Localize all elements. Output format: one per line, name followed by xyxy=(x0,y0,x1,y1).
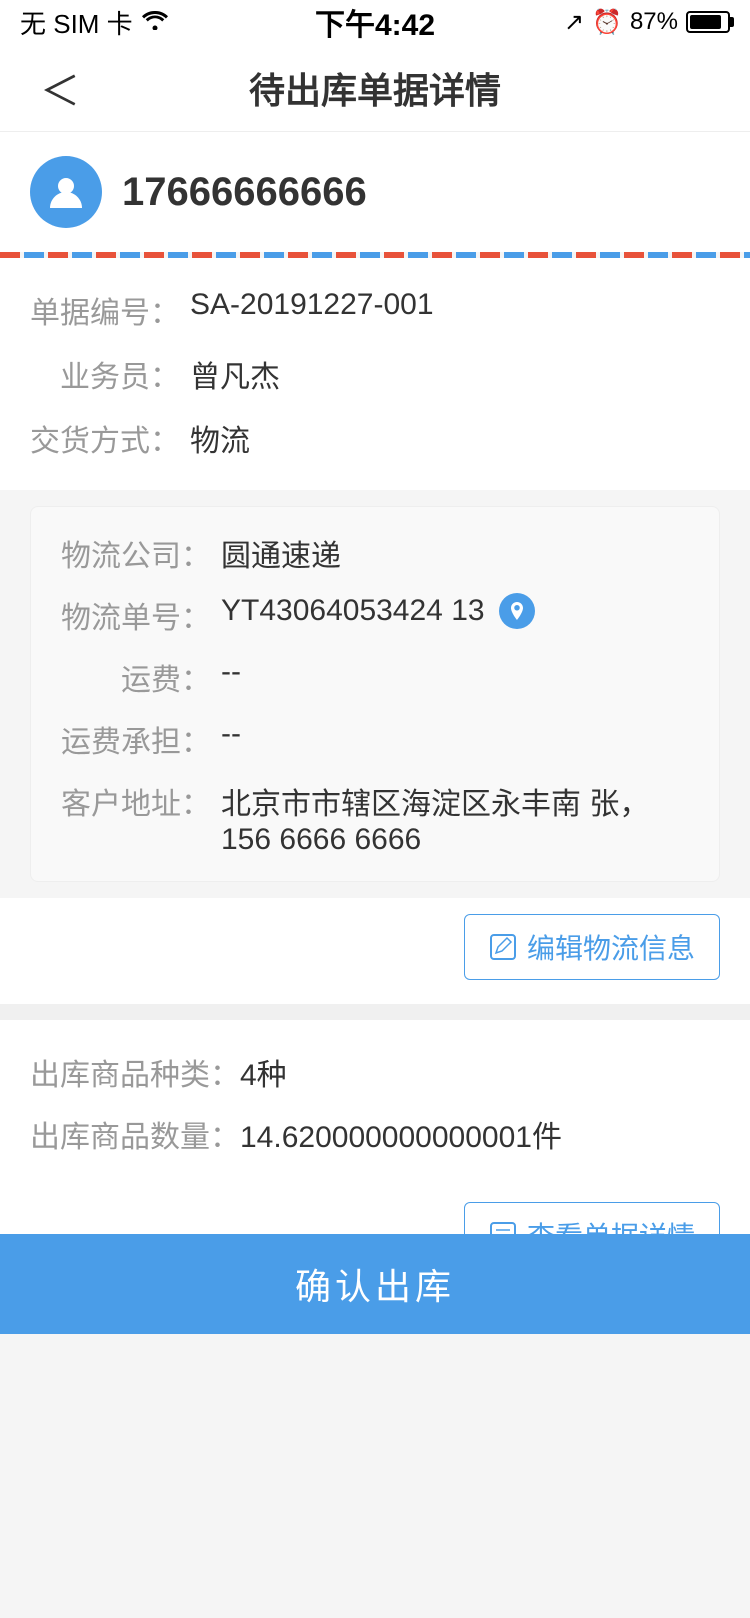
status-bar: 无 SIM 卡 下午4:42 ↗ ⏰ 87% xyxy=(0,0,750,44)
nav-bar: ＜ 待出库单据详情 xyxy=(0,44,750,132)
product-quantity-value: 14.620000000000001件 xyxy=(240,1112,562,1156)
document-number-row: 单据编号： SA-20191227-001 xyxy=(30,288,720,332)
product-section: 出库商品种类： 4种 出库商品数量： 14.620000000000001件 xyxy=(0,1020,750,1186)
document-number-label: 单据编号： xyxy=(30,288,190,332)
logistics-company-label: 物流公司： xyxy=(61,531,221,575)
user-avatar xyxy=(30,156,102,228)
carrier-text: 无 SIM 卡 xyxy=(20,4,133,41)
battery-fill xyxy=(690,15,721,29)
user-phone: 17666666666 xyxy=(122,170,367,215)
logistics-tracking-label: 物流单号： xyxy=(61,593,221,637)
location-arrow-icon: ↗ xyxy=(564,8,584,37)
status-left: 无 SIM 卡 xyxy=(20,4,169,41)
logistics-freight-value: -- xyxy=(221,655,689,689)
logistics-freight-label: 运费： xyxy=(61,655,221,699)
confirm-button-label: 确认出库 xyxy=(295,1258,455,1310)
track-location-button[interactable] xyxy=(499,593,535,629)
user-header: 17666666666 xyxy=(0,132,750,252)
confirm-button[interactable]: 确认出库 xyxy=(0,1234,750,1334)
alarm-icon: ⏰ xyxy=(592,8,622,37)
logistics-card: 物流公司： 圆通速递 物流单号： YT43064053424 13 运费： --… xyxy=(30,506,720,882)
wifi-icon xyxy=(141,8,169,36)
logistics-address-label: 客户地址： xyxy=(61,779,221,823)
delivery-label: 交货方式： xyxy=(30,416,190,460)
edit-logistics-label: 编辑物流信息 xyxy=(527,927,695,967)
agent-row: 业务员： 曾凡杰 xyxy=(30,352,720,396)
delivery-row: 交货方式： 物流 xyxy=(30,416,720,460)
status-right: ↗ ⏰ 87% xyxy=(564,8,730,37)
agent-value: 曾凡杰 xyxy=(190,352,720,396)
logistics-tracking-row: 物流单号： YT43064053424 13 xyxy=(61,593,689,637)
product-types-label: 出库商品种类： xyxy=(30,1050,240,1094)
page-title: 待出库单据详情 xyxy=(249,62,501,114)
document-info-section: 单据编号： SA-20191227-001 业务员： 曾凡杰 交货方式： 物流 xyxy=(0,258,750,490)
product-quantity-label: 出库商品数量： xyxy=(30,1112,240,1156)
product-types-value: 4种 xyxy=(240,1050,287,1094)
status-time: 下午4:42 xyxy=(315,0,435,44)
main-content: 17666666666 单据编号： SA-20191227-001 业务员： 曾… xyxy=(0,132,750,1618)
back-button[interactable]: ＜ xyxy=(30,49,90,127)
edit-logistics-button[interactable]: 编辑物流信息 xyxy=(464,914,720,980)
agent-label: 业务员： xyxy=(30,352,190,396)
logistics-freight-bearer-label: 运费承担： xyxy=(61,717,221,761)
product-quantity-row: 出库商品数量： 14.620000000000001件 xyxy=(30,1112,720,1156)
logistics-tracking-value: YT43064053424 13 xyxy=(221,593,689,629)
edit-logistics-row: 编辑物流信息 xyxy=(0,898,750,1004)
section-divider xyxy=(0,1004,750,1020)
product-types-row: 出库商品种类： 4种 xyxy=(30,1050,720,1094)
logistics-freight-row: 运费： -- xyxy=(61,655,689,699)
battery-icon xyxy=(686,11,730,33)
logistics-address-value: 北京市市辖区海淀区永丰南 张，156 6666 6666 xyxy=(221,779,689,857)
battery-percent: 87% xyxy=(630,8,678,36)
logistics-freight-bearer-value: -- xyxy=(221,717,689,751)
logistics-company-row: 物流公司： 圆通速递 xyxy=(61,531,689,575)
logistics-company-value: 圆通速递 xyxy=(221,531,689,575)
delivery-value: 物流 xyxy=(190,416,720,460)
logistics-freight-bearer-row: 运费承担： -- xyxy=(61,717,689,761)
logistics-address-row: 客户地址： 北京市市辖区海淀区永丰南 张，156 6666 6666 xyxy=(61,779,689,857)
document-number-value: SA-20191227-001 xyxy=(190,288,720,322)
